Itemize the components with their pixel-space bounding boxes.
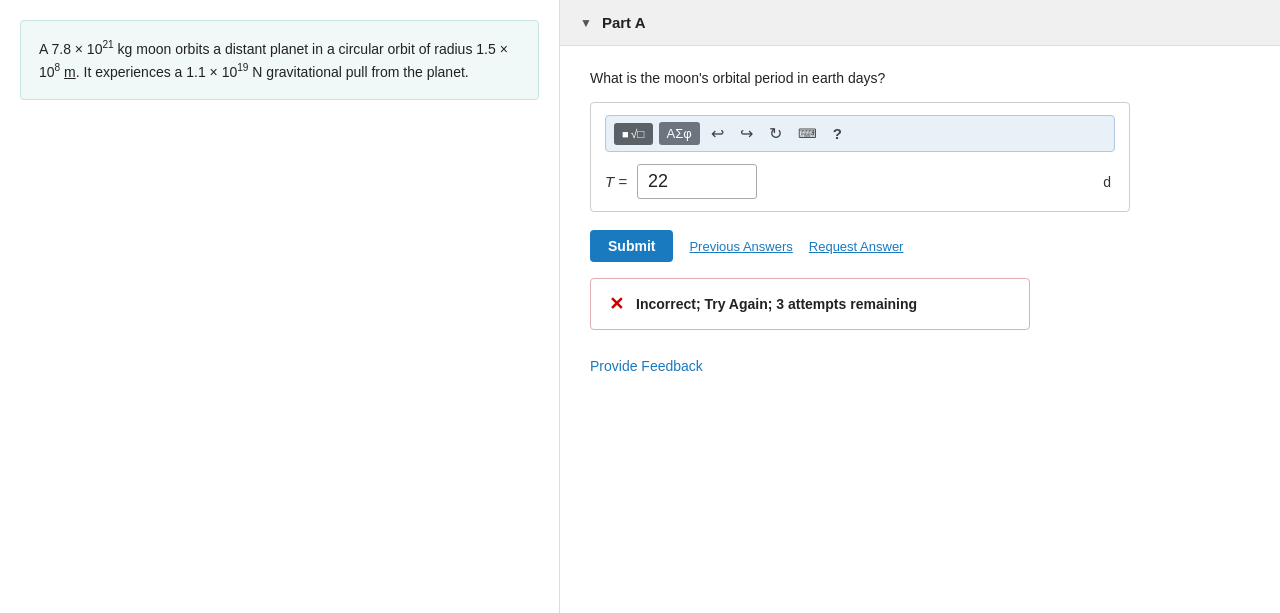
help-button[interactable]: ? [828,123,847,144]
collapse-chevron[interactable]: ▼ [580,16,592,30]
right-panel: ▼ Part A What is the moon's orbital peri… [560,0,1280,613]
redo-button[interactable]: ↪ [735,122,758,145]
request-answer-button[interactable]: Request Answer [809,239,904,254]
greek-button[interactable]: AΣφ [659,122,700,145]
redo-icon: ↪ [740,124,753,143]
previous-answers-button[interactable]: Previous Answers [689,239,792,254]
feedback-link[interactable]: Provide Feedback [590,358,703,374]
error-message: Incorrect; Try Again; 3 attempts remaini… [636,296,917,312]
part-content: What is the moon's orbital period in ear… [560,46,1280,398]
error-box: ✕ Incorrect; Try Again; 3 attempts remai… [590,278,1030,330]
input-label: T = [605,173,627,190]
help-icon: ? [833,125,842,142]
keyboard-icon: ⌨ [798,126,817,141]
left-panel: A 7.8 × 1021 kg moon orbits a distant pl… [0,0,560,613]
answer-input[interactable] [637,164,757,199]
submit-button[interactable]: Submit [590,230,673,262]
reset-button[interactable]: ↻ [764,122,787,145]
greek-label: AΣφ [667,126,692,141]
math-toolbar: ■ √□ AΣφ ↩ ↪ ↻ ⌨ [605,115,1115,152]
math-icon: ■ [622,128,629,140]
undo-button[interactable]: ↩ [706,122,729,145]
answer-box: ■ √□ AΣφ ↩ ↪ ↻ ⌨ [590,102,1130,212]
input-row: T = d [605,164,1115,199]
question-text: What is the moon's orbital period in ear… [590,70,1250,86]
problem-box: A 7.8 × 1021 kg moon orbits a distant pl… [20,20,539,100]
sqrt-symbol: √□ [631,127,645,141]
part-title: Part A [602,14,646,31]
unit-label: d [1103,174,1115,190]
undo-icon: ↩ [711,124,724,143]
keyboard-button[interactable]: ⌨ [793,124,822,143]
part-header: ▼ Part A [560,0,1280,46]
reset-icon: ↻ [769,124,782,143]
error-icon: ✕ [609,293,624,315]
math-mode-button[interactable]: ■ √□ [614,123,653,145]
action-row: Submit Previous Answers Request Answer [590,230,1250,262]
